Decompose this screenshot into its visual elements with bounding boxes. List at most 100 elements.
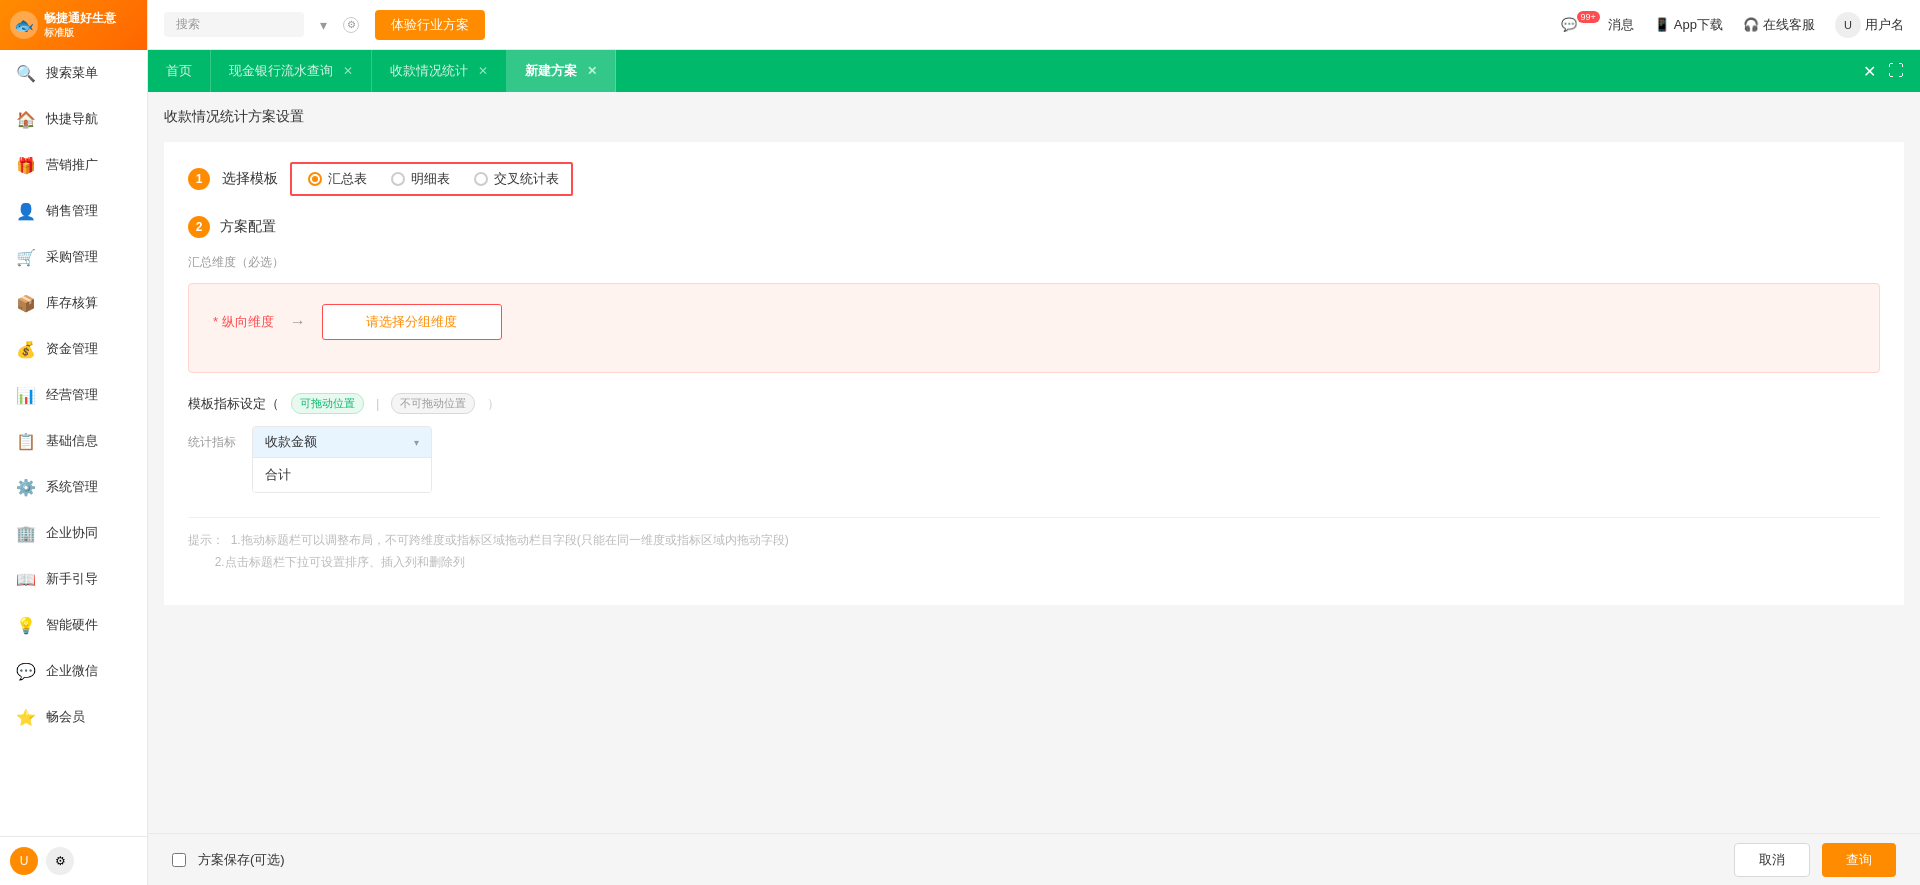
cart-icon: 🛒 [16, 248, 36, 267]
user-avatar: U [1835, 12, 1861, 38]
query-button[interactable]: 查询 [1822, 843, 1896, 877]
chart-icon: 📊 [16, 386, 36, 405]
box-icon: 📦 [16, 294, 36, 313]
sidebar-item-search-menu[interactable]: 🔍 搜索菜单 [0, 50, 147, 96]
dimension-grid: 纵向维度 → 请选择分组维度 [188, 283, 1880, 373]
step2-number: 2 [188, 216, 210, 238]
radio-cross-circle [474, 172, 488, 186]
user-icon: 👤 [16, 202, 36, 221]
sidebar-item-system[interactable]: ⚙️ 系统管理 [0, 464, 147, 510]
sidebar-item-sales[interactable]: 👤 销售管理 [0, 188, 147, 234]
radio-detail[interactable]: 明细表 [391, 170, 450, 188]
doc-icon: 📋 [16, 432, 36, 451]
radio-detail-circle [391, 172, 405, 186]
app-download-button[interactable]: 📱 App下载 [1654, 16, 1723, 34]
mobile-icon: 📱 [1654, 17, 1670, 32]
metrics-grid: 收款金额 ▾ 合计 [252, 426, 432, 493]
tab-close-all-icon[interactable]: ✕ [1863, 62, 1876, 81]
tab-actions: ✕ ⛶ [1847, 50, 1920, 92]
step1-row: 1 选择模板 汇总表 明细表 交叉统计表 [188, 162, 1880, 196]
arrow-icon: → [290, 313, 306, 331]
tab-close-new-plan[interactable]: ✕ [587, 64, 597, 78]
sidebar-logo: 🐟 畅捷通好生意 标准版 [0, 0, 147, 50]
non-draggable-badge: 不可拖动位置 [391, 393, 475, 414]
messages-button[interactable]: 💬 99+ 消息 [1561, 16, 1634, 34]
headset-icon: 🎧 [1743, 17, 1759, 32]
content-area: 收款情况统计方案设置 1 选择模板 汇总表 明细表 [148, 92, 1920, 833]
footer-buttons: 取消 查询 [1734, 843, 1896, 877]
footer: 方案保存(可选) 取消 查询 [148, 833, 1920, 885]
light-icon: 💡 [16, 616, 36, 635]
breadcrumb: 收款情况统计方案设置 [164, 108, 1904, 126]
settings-icon[interactable]: ⚙ [46, 847, 74, 875]
draggable-badge: 可拖动位置 [291, 393, 364, 414]
tip1-text: 提示： 1.拖动标题栏可以调整布局，不可跨维度或指标区域拖动栏目字段(只能在同一… [188, 530, 1880, 552]
tab-close-receipt-stats[interactable]: ✕ [478, 64, 488, 78]
summary-dimension-title: 汇总维度（必选） [188, 254, 1880, 271]
sidebar-item-finance[interactable]: 💰 资金管理 [0, 326, 147, 372]
sidebar-item-operation[interactable]: 📊 经营管理 [0, 372, 147, 418]
dropdown-chevron-icon: ▾ [414, 437, 419, 448]
sidebar-item-purchase[interactable]: 🛒 采购管理 [0, 234, 147, 280]
money-icon: 💰 [16, 340, 36, 359]
sidebar-item-smart-hw[interactable]: 💡 智能硬件 [0, 602, 147, 648]
template-selector: 汇总表 明细表 交叉统计表 [290, 162, 573, 196]
online-service-button[interactable]: 🎧 在线客服 [1743, 16, 1815, 34]
sidebar-bottom: U ⚙ [0, 836, 147, 885]
gift-icon: 🎁 [16, 156, 36, 175]
chat-icon: 💬 [16, 662, 36, 681]
metrics-grid-row-total: 合计 [253, 458, 431, 492]
plan-settings-card: 1 选择模板 汇总表 明细表 交叉统计表 [164, 142, 1904, 605]
sidebar-item-marketing[interactable]: 🎁 营销推广 [0, 142, 147, 188]
app-logo-icon: 🐟 [10, 11, 38, 39]
sidebar-item-wechat[interactable]: 💬 企业微信 [0, 648, 147, 694]
metrics-grid-area: 统计指标 收款金额 ▾ 合计 [188, 426, 1880, 493]
topbar: 搜索 ▾ ⚙ 体验行业方案 💬 99+ 消息 📱 App下载 🎧 在线客服 U … [148, 0, 1920, 50]
vertical-dimension-row: 纵向维度 → 请选择分组维度 [213, 304, 1855, 340]
cancel-button[interactable]: 取消 [1734, 843, 1810, 877]
search-icon: 🔍 [16, 64, 36, 83]
save-plan-checkbox[interactable] [172, 853, 186, 867]
tab-receipt-stats[interactable]: 收款情况统计 ✕ [372, 50, 507, 92]
book-icon: 📖 [16, 570, 36, 589]
app-name: 畅捷通好生意 标准版 [44, 11, 116, 40]
dropdown-arrow[interactable]: ▾ [320, 17, 327, 33]
tab-close-bank-flow[interactable]: ✕ [343, 64, 353, 78]
sidebar-item-quick-nav[interactable]: 🏠 快捷导航 [0, 96, 147, 142]
step2-header: 2 方案配置 [188, 216, 1880, 238]
metrics-label-row: 模板指标设定（ 可拖动位置 | 不可拖动位置 ） [188, 393, 1880, 414]
tab-bank-flow[interactable]: 现金银行流水查询 ✕ [211, 50, 372, 92]
radio-cross[interactable]: 交叉统计表 [474, 170, 559, 188]
config-section: 汇总维度（必选） 纵向维度 → 请选择分组维度 模板指标设定（ 可拖动位置 | [188, 254, 1880, 585]
tabbar: 首页 现金银行流水查询 ✕ 收款情况统计 ✕ 新建方案 ✕ ✕ ⛶ [148, 50, 1920, 92]
metrics-grid-header[interactable]: 收款金额 ▾ [253, 427, 431, 458]
stats-label: 统计指标 [188, 434, 236, 451]
dimension-selector[interactable]: 请选择分组维度 [322, 304, 502, 340]
sidebar-item-basic-info[interactable]: 📋 基础信息 [0, 418, 147, 464]
sidebar-item-inventory[interactable]: 📦 库存核算 [0, 280, 147, 326]
radio-group-template: 汇总表 明细表 交叉统计表 [308, 170, 559, 188]
save-plan-label[interactable]: 方案保存(可选) [198, 851, 285, 869]
star-icon: ⭐ [16, 708, 36, 727]
avatar[interactable]: U [10, 847, 38, 875]
sidebar-item-enterprise[interactable]: 🏢 企业协同 [0, 510, 147, 556]
tab-new-plan[interactable]: 新建方案 ✕ [507, 50, 616, 92]
sidebar-item-member[interactable]: ⭐ 畅会员 [0, 694, 147, 740]
message-icon: 💬 [1561, 17, 1577, 32]
sidebar-item-newbie[interactable]: 📖 新手引导 [0, 556, 147, 602]
user-menu[interactable]: U 用户名 [1835, 12, 1904, 38]
home-icon: 🏠 [16, 110, 36, 129]
step1-number: 1 [188, 168, 210, 190]
tab-home[interactable]: 首页 [148, 50, 211, 92]
sidebar: 🐟 畅捷通好生意 标准版 🔍 搜索菜单 🏠 快捷导航 🎁 营销推广 👤 销售管理… [0, 0, 148, 885]
main-area: 搜索 ▾ ⚙ 体验行业方案 💬 99+ 消息 📱 App下载 🎧 在线客服 U … [148, 0, 1920, 885]
radio-summary[interactable]: 汇总表 [308, 170, 367, 188]
tips-section: 提示： 1.拖动标题栏可以调整布局，不可跨维度或指标区域拖动栏目字段(只能在同一… [188, 517, 1880, 585]
step1-label: 选择模板 [222, 170, 278, 188]
gear-icon: ⚙️ [16, 478, 36, 497]
settings-gear-icon[interactable]: ⚙ [343, 17, 359, 33]
step2-label: 方案配置 [220, 218, 276, 236]
industry-solution-button[interactable]: 体验行业方案 [375, 10, 485, 40]
tab-maximize-icon[interactable]: ⛶ [1888, 62, 1904, 80]
search-bar[interactable]: 搜索 [164, 12, 304, 37]
